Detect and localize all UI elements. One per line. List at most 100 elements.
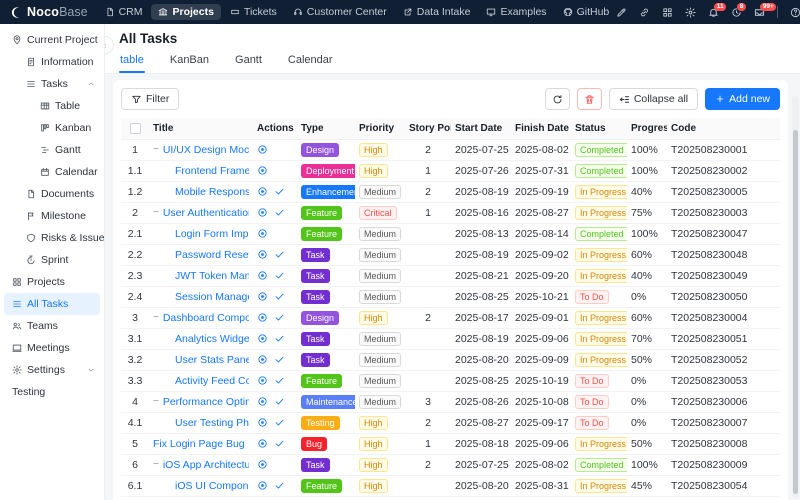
select-all-checkbox[interactable] xyxy=(130,123,141,134)
sidebar-item-gantt[interactable]: Gantt xyxy=(4,139,100,161)
tab-table[interactable]: table xyxy=(119,51,145,73)
sidebar-item-calendar[interactable]: Calendar xyxy=(4,161,100,183)
refresh-button[interactable] xyxy=(545,88,570,110)
view-task-action[interactable] xyxy=(257,312,268,323)
sidebar-item-information[interactable]: Information xyxy=(4,51,100,73)
task-title-link[interactable]: iOS UI Components xyxy=(175,480,249,492)
task-title-link[interactable]: Analytics Widget xyxy=(175,333,249,345)
top-menu-item-tickets[interactable]: Tickets xyxy=(223,4,284,20)
view-task-action[interactable] xyxy=(257,396,268,407)
sidebar-item-sprint[interactable]: Sprint xyxy=(4,249,100,271)
task-title-link[interactable]: User Stats Panel xyxy=(175,354,249,366)
view-task-action[interactable] xyxy=(257,270,268,281)
sidebar-item-all-tasks[interactable]: All Tasks xyxy=(4,293,100,315)
help-question-button[interactable] xyxy=(790,7,800,18)
task-title-link[interactable]: Fix Login Page Bug xyxy=(153,438,245,450)
task-title-link[interactable]: Activity Feed Compo... xyxy=(175,375,249,387)
view-task-action[interactable] xyxy=(257,186,268,197)
row-collapse-toggle[interactable]: − xyxy=(153,313,159,323)
view-task-action[interactable] xyxy=(257,354,268,365)
task-title-link[interactable]: User Authentication Mo... xyxy=(163,207,249,219)
complete-task-action[interactable] xyxy=(274,375,285,386)
plugin-settings-gear-button[interactable] xyxy=(685,7,696,18)
delete-button[interactable] xyxy=(577,88,602,110)
complete-task-action[interactable] xyxy=(274,207,285,218)
complete-task-action[interactable] xyxy=(274,354,285,365)
view-task-action[interactable] xyxy=(257,249,268,260)
actions-cell xyxy=(253,433,297,454)
complete-task-action[interactable] xyxy=(274,291,285,302)
row-collapse-toggle[interactable]: − xyxy=(153,397,159,407)
notifications-bell-button[interactable]: 11 xyxy=(708,7,719,18)
ui-editor-pen-button[interactable] xyxy=(616,7,627,18)
filter-button[interactable]: Filter xyxy=(121,88,179,110)
nocobase-logo[interactable]: NocoBase xyxy=(10,5,88,19)
vertical-scrollbar[interactable] xyxy=(792,96,799,498)
view-task-action[interactable] xyxy=(257,417,268,428)
view-task-action[interactable] xyxy=(257,165,268,176)
view-task-icon xyxy=(257,438,268,449)
top-menu-item-crm[interactable]: CRM xyxy=(98,4,150,20)
row-collapse-toggle[interactable]: − xyxy=(153,145,159,155)
sidebar-item-tasks[interactable]: Tasks xyxy=(4,73,100,95)
view-task-action[interactable] xyxy=(257,291,268,302)
view-task-action[interactable] xyxy=(257,228,268,239)
sidebar-item-testing[interactable]: Testing xyxy=(4,381,100,403)
view-task-action[interactable] xyxy=(257,333,268,344)
view-task-action[interactable] xyxy=(257,144,268,155)
view-task-action[interactable] xyxy=(257,375,268,386)
task-title-link[interactable]: Password Reset Flow xyxy=(175,249,249,261)
inbox-box-button[interactable]: 99+ xyxy=(754,7,765,18)
tab-kanban[interactable]: KanBan xyxy=(169,51,210,73)
row-collapse-toggle[interactable]: − xyxy=(153,460,159,470)
task-title-link[interactable]: Mobile Responsive D... xyxy=(175,186,249,198)
add-new-button[interactable]: Add new xyxy=(705,88,780,110)
complete-task-action[interactable] xyxy=(274,333,285,344)
task-title-link[interactable]: Dashboard Components xyxy=(163,312,249,324)
api-link-button[interactable] xyxy=(639,7,650,18)
view-task-action[interactable] xyxy=(257,480,268,491)
sidebar-item-table[interactable]: Table xyxy=(4,95,100,117)
view-task-action[interactable] xyxy=(257,459,268,470)
complete-task-action[interactable] xyxy=(274,438,285,449)
tab-calendar[interactable]: Calendar xyxy=(287,51,334,73)
task-title-link[interactable]: Session Management xyxy=(175,291,249,303)
apps-grid-button[interactable] xyxy=(662,7,673,18)
complete-task-action[interactable] xyxy=(274,417,285,428)
sidebar-item-meetings[interactable]: Meetings xyxy=(4,337,100,359)
sidebar-item-current-project[interactable]: Current Project xyxy=(4,29,100,51)
task-title-link[interactable]: iOS App Architecture xyxy=(163,459,249,471)
sidebar-item-kanban[interactable]: Kanban xyxy=(4,117,100,139)
complete-task-action[interactable] xyxy=(274,249,285,260)
row-collapse-toggle[interactable]: − xyxy=(153,208,159,218)
sidebar-item-projects[interactable]: Projects xyxy=(4,271,100,293)
sidebar-item-milestone[interactable]: Milestone xyxy=(4,205,100,227)
top-menu-item-projects[interactable]: Projects xyxy=(151,4,220,20)
task-title-link[interactable]: Login Form Implemen... xyxy=(175,228,249,240)
top-menu-label: Examples xyxy=(500,6,546,18)
task-title-link[interactable]: Performance Optimizati... xyxy=(163,396,249,408)
pending-tasks-clock-button[interactable]: 8 xyxy=(731,7,742,18)
task-title-link[interactable]: Frontend Framework ... xyxy=(175,165,249,177)
sidebar-item-documents[interactable]: Documents xyxy=(4,183,100,205)
top-menu-item-data-intake[interactable]: Data Intake xyxy=(396,4,478,20)
tab-gantt[interactable]: Gantt xyxy=(234,51,263,73)
complete-task-action[interactable] xyxy=(274,396,285,407)
top-menu-item-examples[interactable]: Examples xyxy=(479,4,553,20)
top-menu-item-customer-center[interactable]: Customer Center xyxy=(286,4,394,20)
sidebar-item-settings[interactable]: Settings xyxy=(4,359,100,381)
task-title-link[interactable]: UI/UX Design Mockups xyxy=(163,144,249,156)
complete-task-action[interactable] xyxy=(274,312,285,323)
complete-task-action[interactable] xyxy=(274,186,285,197)
task-title-link[interactable]: JWT Token Managem... xyxy=(175,270,249,282)
view-task-action[interactable] xyxy=(257,207,268,218)
complete-task-action[interactable] xyxy=(274,480,285,491)
view-task-action[interactable] xyxy=(257,438,268,449)
collapse-all-button[interactable]: Collapse all xyxy=(609,88,698,110)
sidebar-item-risks-issues[interactable]: Risks & Issues xyxy=(4,227,100,249)
task-title-link[interactable]: User Testing Phase 1 xyxy=(175,417,249,429)
sidebar-item-teams[interactable]: Teams xyxy=(4,315,100,337)
complete-task-action[interactable] xyxy=(274,270,285,281)
top-menu-item-github[interactable]: GitHub xyxy=(556,4,617,20)
scrollbar-thumb[interactable] xyxy=(793,130,798,494)
